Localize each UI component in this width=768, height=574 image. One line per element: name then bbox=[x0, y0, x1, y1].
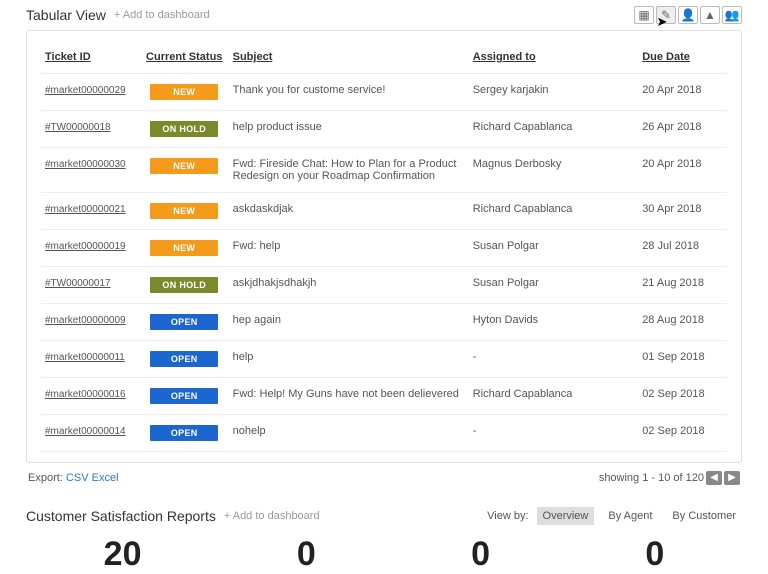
paging-text: showing 1 - 10 of 120 bbox=[599, 472, 704, 484]
metric-1: 20 bbox=[104, 535, 142, 574]
col-due[interactable]: Due Date bbox=[638, 45, 727, 74]
ticket-id-link[interactable]: #TW00000018 bbox=[45, 122, 111, 133]
export-excel-link[interactable]: Excel bbox=[92, 472, 119, 484]
ticket-id-link[interactable]: #market00000029 bbox=[45, 85, 126, 96]
csr-add-link[interactable]: + Add to dashboard bbox=[224, 510, 320, 522]
status-badge: ON HOLD bbox=[150, 121, 218, 137]
status-badge: NEW bbox=[150, 84, 218, 100]
subject-cell: Fwd: Help! My Guns have not been delieve… bbox=[229, 378, 469, 415]
assigned-cell: Susan Polgar bbox=[469, 267, 638, 304]
subject-cell: help product issue bbox=[229, 111, 469, 148]
status-badge: NEW bbox=[150, 240, 218, 256]
viewby-label: View by: bbox=[487, 510, 528, 522]
subject-cell: askdaskdjak bbox=[229, 193, 469, 230]
add-to-dashboard-link[interactable]: + Add to dashboard bbox=[114, 9, 210, 21]
due-cell: 30 Apr 2018 bbox=[638, 193, 727, 230]
status-badge: OPEN bbox=[150, 388, 218, 404]
due-cell: 28 Aug 2018 bbox=[638, 304, 727, 341]
status-badge: NEW bbox=[150, 203, 218, 219]
view-switch-toolbar: ▦ ✎➤ 👤 ▲ 👥 bbox=[634, 6, 742, 24]
ticket-id-link[interactable]: #market00000009 bbox=[45, 315, 126, 326]
person-icon[interactable]: 👤 bbox=[678, 6, 698, 24]
page-title: Tabular View bbox=[26, 7, 106, 23]
ticket-id-link[interactable]: #market00000019 bbox=[45, 241, 126, 252]
table-row: #market00000016 OPEN Fwd: Help! My Guns ha… bbox=[41, 378, 727, 415]
assigned-cell: Sergey karjakin bbox=[469, 74, 638, 111]
assigned-cell: - bbox=[469, 415, 638, 452]
viewby-overview[interactable]: Overview bbox=[537, 507, 595, 525]
due-cell: 02 Sep 2018 bbox=[638, 415, 727, 452]
col-assigned[interactable]: Assigned to bbox=[469, 45, 638, 74]
status-badge: OPEN bbox=[150, 351, 218, 367]
status-badge: ON HOLD bbox=[150, 277, 218, 293]
due-cell: 02 Sep 2018 bbox=[638, 378, 727, 415]
table-row: #market00000021 NEW askdaskdjakRichard Cap… bbox=[41, 193, 727, 230]
table-row: #TW00000017 ON HOLD askjdhakjsdhakjhSusan … bbox=[41, 267, 727, 304]
status-badge: OPEN bbox=[150, 425, 218, 441]
ticket-id-link[interactable]: #market00000014 bbox=[45, 426, 126, 437]
due-cell: 21 Aug 2018 bbox=[638, 267, 727, 304]
table-panel: Ticket ID Current Status Subject Assigne… bbox=[26, 30, 742, 463]
due-cell: 20 Apr 2018 bbox=[638, 148, 727, 193]
ticket-id-link[interactable]: #market00000030 bbox=[45, 159, 126, 170]
viewby-customer[interactable]: By Customer bbox=[666, 507, 742, 525]
assigned-cell: Richard Capablanca bbox=[469, 378, 638, 415]
metric-3: 0 bbox=[471, 535, 490, 574]
assigned-cell: Susan Polgar bbox=[469, 230, 638, 267]
prev-page-button[interactable]: ◀ bbox=[706, 471, 722, 485]
assigned-cell: Richard Capablanca bbox=[469, 111, 638, 148]
export-label: Export: bbox=[28, 472, 63, 484]
assigned-cell: - bbox=[469, 341, 638, 378]
table-row: #market00000011 OPEN help-01 Sep 2018 bbox=[41, 341, 727, 378]
csr-title: Customer Satisfaction Reports bbox=[26, 508, 216, 524]
table-row: #market00000019 NEW Fwd: helpSusan Polgar2… bbox=[41, 230, 727, 267]
globe-icon[interactable]: ✎➤ bbox=[656, 6, 676, 24]
metric-4: 0 bbox=[645, 535, 664, 574]
table-row: #market00000029 NEW Thank you for custome … bbox=[41, 74, 727, 111]
due-cell: 28 Jul 2018 bbox=[638, 230, 727, 267]
subject-cell: nohelp bbox=[229, 415, 469, 452]
tickets-table: Ticket ID Current Status Subject Assigne… bbox=[41, 45, 727, 452]
viewby-agent[interactable]: By Agent bbox=[602, 507, 658, 525]
col-ticket-id[interactable]: Ticket ID bbox=[41, 45, 140, 74]
cursor-icon: ➤ bbox=[657, 14, 668, 30]
due-cell: 01 Sep 2018 bbox=[638, 341, 727, 378]
calendar-icon[interactable]: ▦ bbox=[634, 6, 654, 24]
col-subject[interactable]: Subject bbox=[229, 45, 469, 74]
metric-2: 0 bbox=[297, 535, 316, 574]
due-cell: 20 Apr 2018 bbox=[638, 74, 727, 111]
next-page-button[interactable]: ▶ bbox=[724, 471, 740, 485]
col-status[interactable]: Current Status bbox=[140, 45, 229, 74]
status-badge: OPEN bbox=[150, 314, 218, 330]
subject-cell: askjdhakjsdhakjh bbox=[229, 267, 469, 304]
export-csv-link[interactable]: CSV bbox=[66, 472, 89, 484]
status-badge: NEW bbox=[150, 158, 218, 174]
table-row: #market00000014 OPEN nohelp-02 Sep 2018 bbox=[41, 415, 727, 452]
subject-cell: Fwd: Fireside Chat: How to Plan for a Pr… bbox=[229, 148, 469, 193]
table-row: #TW00000018 ON HOLD help product issueRich… bbox=[41, 111, 727, 148]
assigned-cell: Richard Capablanca bbox=[469, 193, 638, 230]
group-icon[interactable]: 👥 bbox=[722, 6, 742, 24]
subject-cell: Thank you for custome service! bbox=[229, 74, 469, 111]
assigned-cell: Magnus Derbosky bbox=[469, 148, 638, 193]
building-icon[interactable]: ▲ bbox=[700, 6, 720, 24]
csr-metrics: 20 0 0 0 bbox=[26, 535, 742, 574]
ticket-id-link[interactable]: #TW00000017 bbox=[45, 278, 111, 289]
subject-cell: help bbox=[229, 341, 469, 378]
table-row: #market00000030 NEW Fwd: Fireside Chat: Ho… bbox=[41, 148, 727, 193]
table-row: #market00000009 OPEN hep againHyton Davids… bbox=[41, 304, 727, 341]
ticket-id-link[interactable]: #market00000021 bbox=[45, 204, 126, 215]
due-cell: 26 Apr 2018 bbox=[638, 111, 727, 148]
assigned-cell: Hyton Davids bbox=[469, 304, 638, 341]
ticket-id-link[interactable]: #market00000016 bbox=[45, 389, 126, 400]
ticket-id-link[interactable]: #market00000011 bbox=[45, 352, 125, 363]
subject-cell: hep again bbox=[229, 304, 469, 341]
subject-cell: Fwd: help bbox=[229, 230, 469, 267]
